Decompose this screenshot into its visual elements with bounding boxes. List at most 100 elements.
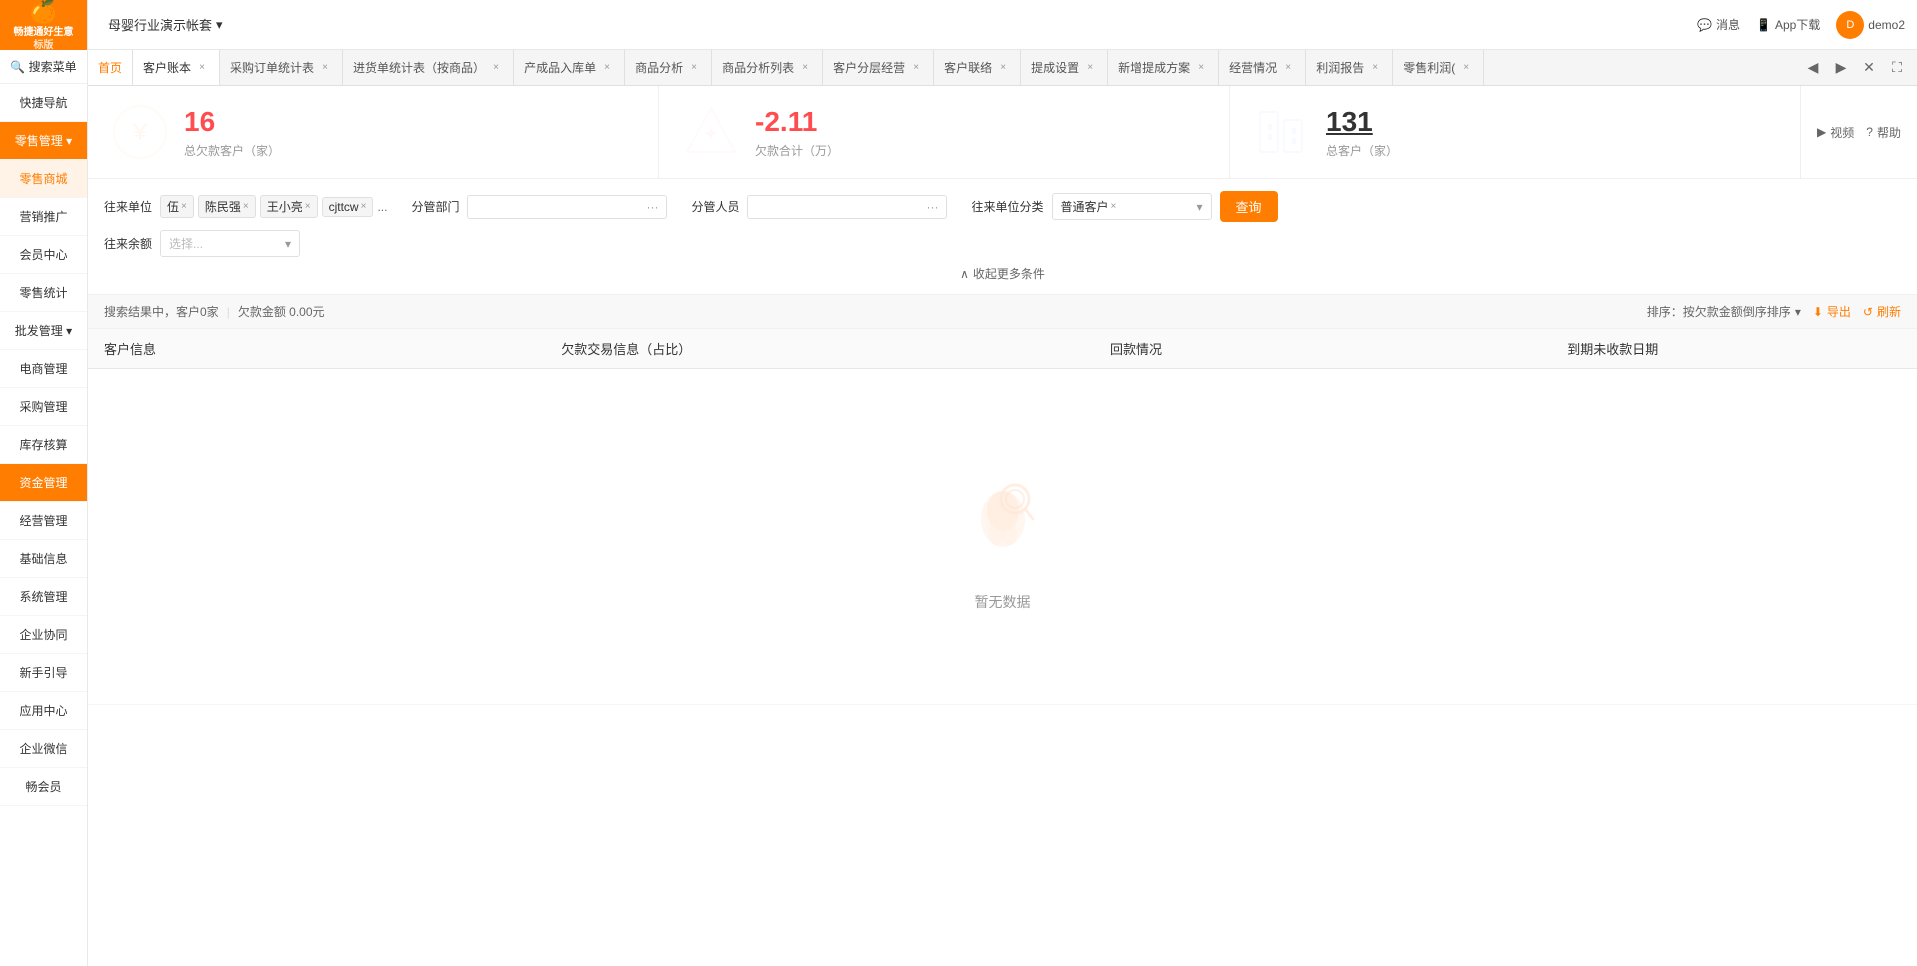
collapse-btn[interactable]: ∧ 收起更多条件 bbox=[960, 265, 1045, 282]
balance-filter-label: 往来余额 bbox=[104, 235, 152, 252]
tab-inbound-stats[interactable]: 进货单统计表（按商品） × bbox=[343, 50, 514, 86]
sidebar-item-member-center[interactable]: 会员中心 bbox=[0, 236, 87, 274]
tab-customer-accounts[interactable]: 客户账本 × bbox=[133, 50, 220, 86]
refresh-btn[interactable]: ↺ 刷新 bbox=[1863, 303, 1901, 320]
account-selector[interactable]: 母婴行业演示帐套 ▾ bbox=[100, 11, 231, 38]
tab-close-customer-segment[interactable]: × bbox=[909, 61, 923, 75]
product-analysis-label: 商品分析 bbox=[635, 59, 683, 76]
tab-close-retail-profit[interactable]: × bbox=[1459, 61, 1473, 75]
tag-chen-close[interactable]: × bbox=[243, 201, 249, 212]
messages-label: 消息 bbox=[1716, 16, 1740, 33]
sidebar-item-system-mgmt[interactable]: 系统管理 bbox=[0, 578, 87, 616]
debt-customers-info: 16 总欠款客户（家） bbox=[184, 105, 280, 160]
tag-wu-close[interactable]: × bbox=[181, 201, 187, 212]
tab-new-promo-plan[interactable]: 新增提成方案 × bbox=[1108, 50, 1219, 86]
dept-filter-select[interactable]: ··· bbox=[467, 195, 667, 219]
query-button[interactable]: 查询 bbox=[1220, 191, 1278, 222]
tab-profit-report[interactable]: 利润报告 × bbox=[1306, 50, 1393, 86]
sidebar-item-wholesale-mgmt[interactable]: 批发管理 ▾ bbox=[0, 312, 87, 350]
tab-product-inbound[interactable]: 产成品入库单 × bbox=[514, 50, 625, 86]
tab-close-business-status[interactable]: × bbox=[1281, 61, 1295, 75]
tab-close-customer-contact[interactable]: × bbox=[996, 61, 1010, 75]
export-btn[interactable]: ⬇ 导出 bbox=[1813, 303, 1851, 320]
messages-btn[interactable]: 💬 消息 bbox=[1697, 16, 1740, 33]
tab-purchase-order-stats[interactable]: 采购订单统计表 × bbox=[220, 50, 343, 86]
tag-wang-close[interactable]: × bbox=[305, 201, 311, 212]
tab-home[interactable]: 首页 bbox=[88, 50, 133, 86]
tab-close-inbound-stats[interactable]: × bbox=[489, 61, 503, 75]
customer-accounts-label: 客户账本 bbox=[143, 59, 191, 76]
user-menu[interactable]: D demo2 bbox=[1836, 11, 1905, 39]
tab-next-btn[interactable]: ▶ bbox=[1829, 56, 1853, 80]
table-header-row: 客户信息 欠款交易信息（占比） 回款情况 到期未收款日期 bbox=[88, 329, 1917, 369]
person-filter-select[interactable]: ··· bbox=[747, 195, 947, 219]
sidebar-item-retail-mgmt[interactable]: 零售管理 ▾ bbox=[0, 122, 87, 160]
sidebar-item-purchase-mgmt[interactable]: 采购管理 bbox=[0, 388, 87, 426]
account-name: 母婴行业演示帐套 bbox=[108, 15, 212, 34]
empty-state-row: 暂无数据 bbox=[88, 369, 1917, 705]
refresh-icon: ↺ bbox=[1863, 305, 1873, 319]
tab-close-purchase-order-stats[interactable]: × bbox=[318, 61, 332, 75]
tab-prev-btn[interactable]: ◀ bbox=[1801, 56, 1825, 80]
sidebar-item-inventory-check[interactable]: 库存核算 bbox=[0, 426, 87, 464]
category-filter-select[interactable]: 普通客户 × ▾ bbox=[1052, 193, 1212, 220]
retail-mgmt-label: 零售管理 bbox=[15, 134, 63, 148]
tab-promo-settings[interactable]: 提成设置 × bbox=[1021, 50, 1108, 86]
tab-close-product-analysis-list[interactable]: × bbox=[798, 61, 812, 75]
stat-debt-amount: ✦ -2.11 欠款合计（万） bbox=[659, 86, 1230, 178]
tab-close-product-analysis[interactable]: × bbox=[687, 61, 701, 75]
help-btn[interactable]: ? 帮助 bbox=[1866, 124, 1901, 141]
video-btn[interactable]: ▶ 视频 bbox=[1817, 124, 1854, 141]
sidebar-item-basic-info[interactable]: 基础信息 bbox=[0, 540, 87, 578]
sidebar-item-member-plus[interactable]: 畅会员 bbox=[0, 768, 87, 806]
sidebar-item-ops-mgmt[interactable]: 经营管理 bbox=[0, 502, 87, 540]
unit-filter-tags: 伍 × 陈民强 × 王小亮 × cjttcw × bbox=[160, 195, 387, 218]
tab-product-analysis-list[interactable]: 商品分析列表 × bbox=[712, 50, 823, 86]
sidebar-item-enterprise-wechat[interactable]: 企业微信 bbox=[0, 730, 87, 768]
category-tag-normal: 普通客户 × bbox=[1061, 198, 1117, 215]
sidebar-item-retail-mall[interactable]: 零售商城 bbox=[0, 160, 87, 198]
ecommerce-mgmt-label: 电商管理 bbox=[19, 362, 67, 376]
tab-close-promo-settings[interactable]: × bbox=[1083, 61, 1097, 75]
category-filter-label: 往来单位分类 bbox=[971, 198, 1043, 215]
search-icon: 🔍 bbox=[10, 60, 25, 74]
sidebar-item-app-center[interactable]: 应用中心 bbox=[0, 692, 87, 730]
tab-product-analysis[interactable]: 商品分析 × bbox=[625, 50, 712, 86]
sidebar-search[interactable]: 🔍 搜索菜单 bbox=[0, 50, 87, 84]
retail-stats-label: 零售统计 bbox=[19, 286, 67, 300]
tab-maximize-btn[interactable]: ⛶ bbox=[1885, 56, 1909, 80]
sidebar-item-marketing[interactable]: 营销推广 bbox=[0, 198, 87, 236]
sidebar-item-new-guide[interactable]: 新手引导 bbox=[0, 654, 87, 692]
sidebar-item-finance-mgmt[interactable]: 资金管理 bbox=[0, 464, 87, 502]
sidebar-item-ecommerce-mgmt[interactable]: 电商管理 bbox=[0, 350, 87, 388]
tab-close-profit-report[interactable]: × bbox=[1368, 61, 1382, 75]
sidebar-item-retail-stats[interactable]: 零售统计 bbox=[0, 274, 87, 312]
inventory-check-label: 库存核算 bbox=[19, 438, 67, 452]
tab-retail-profit[interactable]: 零售利润( × bbox=[1393, 50, 1484, 86]
stat-total-customers: 131 总客户（家） bbox=[1230, 86, 1801, 178]
sidebar-item-quick-nav[interactable]: 快捷导航 bbox=[0, 84, 87, 122]
debt-amount-value: -2.11 bbox=[755, 105, 839, 139]
app-download-btn[interactable]: 📱 App下载 bbox=[1756, 16, 1820, 33]
tab-close-new-promo-plan[interactable]: × bbox=[1194, 61, 1208, 75]
tab-close-product-inbound[interactable]: × bbox=[600, 61, 614, 75]
tab-business-status[interactable]: 经营情况 × bbox=[1219, 50, 1306, 86]
tag-cjttcw-close[interactable]: × bbox=[361, 201, 367, 212]
balance-filter-select[interactable]: 选择... ▾ bbox=[160, 230, 300, 257]
sort-select[interactable]: 排序：按欠款金额倒序排序 ▾ bbox=[1647, 303, 1801, 320]
category-tag-close[interactable]: × bbox=[1111, 201, 1117, 212]
debt-summary: 欠款金额 0.00元 bbox=[238, 303, 325, 320]
tag-chen: 陈民强 × bbox=[198, 195, 256, 218]
sidebar-item-enterprise-collab[interactable]: 企业协同 bbox=[0, 616, 87, 654]
sort-label: 排序：按欠款金额倒序排序 bbox=[1647, 303, 1791, 320]
tab-customer-segment[interactable]: 客户分层经营 × bbox=[823, 50, 934, 86]
member-plus-label: 畅会员 bbox=[25, 780, 61, 794]
unit-tags-more[interactable]: ... bbox=[377, 200, 387, 214]
empty-text: 暂无数据 bbox=[975, 592, 1031, 612]
tab-close-customer-accounts[interactable]: × bbox=[195, 61, 209, 75]
tab-customer-contact[interactable]: 客户联络 × bbox=[934, 50, 1021, 86]
tab-close-all-btn[interactable]: ✕ bbox=[1857, 56, 1881, 80]
topbar-actions: 💬 消息 📱 App下载 D demo2 bbox=[1697, 11, 1905, 39]
avatar-text: D bbox=[1846, 19, 1854, 31]
profit-report-label: 利润报告 bbox=[1316, 59, 1364, 76]
